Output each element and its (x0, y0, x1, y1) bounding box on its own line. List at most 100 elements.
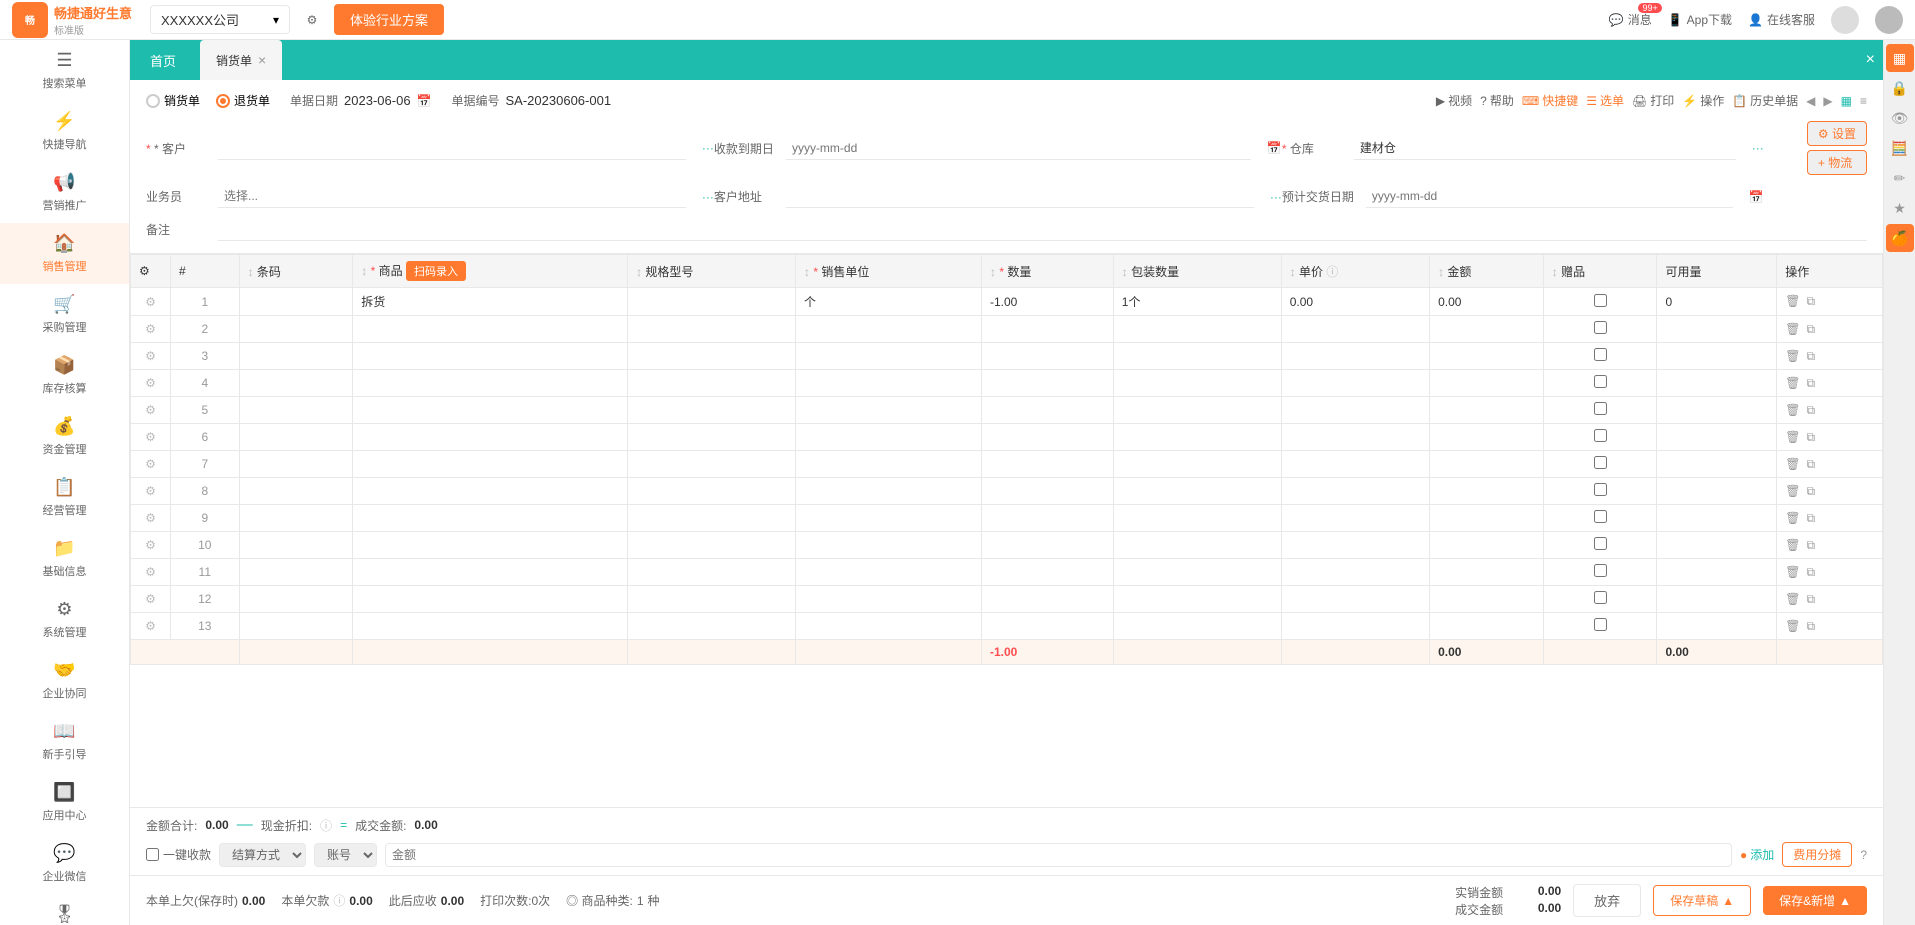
remark-input[interactable] (218, 218, 1867, 241)
sort-gift-icon[interactable]: ↕ (1552, 265, 1558, 279)
row-spec-8[interactable] (628, 505, 796, 532)
settings-icon[interactable]: ⚙ (298, 6, 326, 34)
user-avatar[interactable] (1831, 6, 1859, 34)
row-delete-icon-4[interactable]: 🗑 (1785, 403, 1800, 418)
row-pack-qty-9[interactable] (1113, 532, 1281, 559)
receipt-date-input[interactable] (786, 137, 1251, 160)
expected-calendar-icon[interactable]: 📅 (1749, 190, 1764, 204)
rp-eye-button[interactable]: 👁 (1886, 104, 1914, 132)
row-pack-qty-8[interactable] (1113, 505, 1281, 532)
row-pack-qty-7[interactable] (1113, 478, 1281, 505)
row-gift-1[interactable] (1543, 316, 1657, 343)
abandon-button[interactable]: 放弃 (1573, 884, 1641, 917)
row-copy-icon-8[interactable]: ⧉ (1806, 511, 1815, 526)
expected-date-input[interactable] (1366, 185, 1733, 208)
row-spec-4[interactable] (628, 397, 796, 424)
row-qty-0[interactable]: -1.00 (982, 288, 1114, 316)
row-amount-10[interactable] (1430, 559, 1544, 586)
row-settings-11[interactable]: ⚙ (131, 586, 171, 613)
row-copy-icon-4[interactable]: ⧉ (1806, 403, 1815, 418)
row-gift-4[interactable] (1543, 397, 1657, 424)
video-tool-btn[interactable]: ▶ 视频 (1436, 92, 1472, 109)
row-copy-icon-9[interactable]: ⧉ (1806, 538, 1815, 553)
history-tool-btn[interactable]: 📋 历史单据 (1732, 92, 1798, 109)
row-unit-8[interactable] (796, 505, 982, 532)
one-click-payment-checkbox[interactable]: 一键收款 (146, 846, 211, 863)
row-barcode-2[interactable] (239, 343, 353, 370)
row-price-0[interactable]: 0.00 (1281, 288, 1429, 316)
row-copy-icon-5[interactable]: ⧉ (1806, 430, 1815, 445)
row-copy-icon-2[interactable]: ⧉ (1806, 349, 1815, 364)
sort-barcode-icon[interactable]: ↕ (248, 265, 254, 279)
row-delete-icon-6[interactable]: 🗑 (1785, 457, 1800, 472)
row-pack-qty-0[interactable]: 1个 (1113, 288, 1281, 316)
row-settings-12[interactable]: ⚙ (131, 613, 171, 640)
row-unit-2[interactable] (796, 343, 982, 370)
row-amount-1[interactable] (1430, 316, 1544, 343)
row-copy-icon-1[interactable]: ⧉ (1806, 322, 1815, 337)
row-delete-icon-10[interactable]: 🗑 (1785, 565, 1800, 580)
payment-help-icon[interactable]: ? (1860, 848, 1867, 862)
company-selector[interactable]: XXXXXX公司 ▾ (150, 5, 290, 34)
row-qty-8[interactable] (982, 505, 1114, 532)
row-gift-0[interactable] (1543, 288, 1657, 316)
row-product-5[interactable] (353, 424, 628, 451)
action-tool-btn[interactable]: ⚡ 操作 (1682, 92, 1724, 109)
add-payment-button[interactable]: ● 添加 (1740, 846, 1774, 863)
row-qty-9[interactable] (982, 532, 1114, 559)
row-copy-icon-12[interactable]: ⧉ (1806, 619, 1815, 634)
row-qty-4[interactable] (982, 397, 1114, 424)
payment-amount-input[interactable] (385, 843, 1732, 867)
trial-button[interactable]: 体验行业方案 (334, 4, 444, 35)
row-spec-9[interactable] (628, 532, 796, 559)
row-barcode-7[interactable] (239, 478, 353, 505)
row-product-11[interactable] (353, 586, 628, 613)
row-unit-3[interactable] (796, 370, 982, 397)
row-spec-11[interactable] (628, 586, 796, 613)
row-settings-4[interactable]: ⚙ (131, 397, 171, 424)
row-unit-12[interactable] (796, 613, 982, 640)
row-barcode-5[interactable] (239, 424, 353, 451)
row-settings-1[interactable]: ⚙ (131, 316, 171, 343)
row-product-0[interactable]: 拆货 (353, 288, 628, 316)
row-amount-12[interactable] (1430, 613, 1544, 640)
row-qty-10[interactable] (982, 559, 1114, 586)
row-amount-7[interactable] (1430, 478, 1544, 505)
row-settings-8[interactable]: ⚙ (131, 505, 171, 532)
row-gift-5[interactable] (1543, 424, 1657, 451)
nav-prev-icon[interactable]: ◀ (1806, 94, 1815, 108)
tab-close-icon[interactable]: × (258, 52, 266, 68)
sidebar-item-purchase-mgmt[interactable]: 🛒 采购管理 (0, 284, 129, 345)
row-product-3[interactable] (353, 370, 628, 397)
row-gift-8[interactable] (1543, 505, 1657, 532)
shortcut-tool-btn[interactable]: ⌨ 快捷键 (1522, 92, 1578, 109)
row-product-4[interactable] (353, 397, 628, 424)
row-barcode-4[interactable] (239, 397, 353, 424)
sidebar-item-system[interactable]: ⚙ 系统管理 (0, 589, 129, 650)
row-price-5[interactable] (1281, 424, 1429, 451)
row-product-6[interactable] (353, 451, 628, 478)
discount-info-icon[interactable]: ⓘ (320, 817, 332, 834)
row-gift-7[interactable] (1543, 478, 1657, 505)
radio-sales-order[interactable]: 销货单 (146, 92, 200, 109)
footer-owed-info-icon[interactable]: ⓘ (333, 892, 345, 909)
row-product-7[interactable] (353, 478, 628, 505)
sidebar-item-operations[interactable]: 📋 经营管理 (0, 467, 129, 528)
select-tool-btn[interactable]: ☰ 选单 (1586, 92, 1624, 109)
row-amount-5[interactable] (1430, 424, 1544, 451)
expense-split-button[interactable]: 费用分摊 (1782, 842, 1852, 867)
row-amount-4[interactable] (1430, 397, 1544, 424)
row-product-1[interactable] (353, 316, 628, 343)
save-draft-button[interactable]: 保存草稿 ▲ (1653, 885, 1751, 916)
row-unit-0[interactable]: 个 (796, 288, 982, 316)
row-unit-10[interactable] (796, 559, 982, 586)
sort-amount-icon[interactable]: ↕ (1438, 265, 1444, 279)
sidebar-item-wechat[interactable]: 💬 企业微信 (0, 833, 129, 894)
row-settings-2[interactable]: ⚙ (131, 343, 171, 370)
row-delete-icon-5[interactable]: 🗑 (1785, 430, 1800, 445)
salesperson-dots-icon[interactable]: ··· (702, 190, 714, 204)
row-settings-5[interactable]: ⚙ (131, 424, 171, 451)
price-info-icon[interactable]: ⓘ (1326, 265, 1338, 279)
online-service-button[interactable]: 👤 在线客服 (1748, 11, 1815, 28)
nav-next-icon[interactable]: ▶ (1823, 94, 1832, 108)
